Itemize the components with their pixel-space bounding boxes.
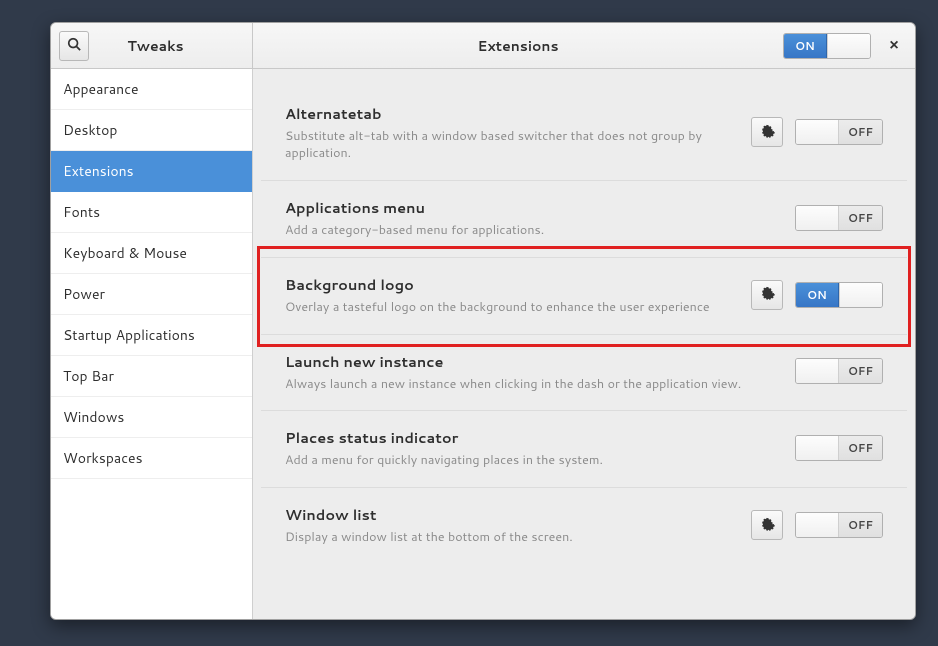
- extension-controls: OFF: [751, 510, 883, 540]
- extension-row: Launch new instance Always launch a new i…: [261, 335, 907, 412]
- extension-toggle[interactable]: OFF: [795, 205, 883, 231]
- toggle-knob: [796, 513, 839, 537]
- extension-description: Overlay a tasteful logo on the backgroun…: [285, 299, 739, 316]
- sidebar-item-workspaces[interactable]: Workspaces: [51, 438, 252, 479]
- gear-icon: [760, 283, 775, 306]
- search-button[interactable]: [59, 31, 89, 61]
- extension-title: Launch new instance: [285, 351, 783, 372]
- toggle-off-label: OFF: [839, 120, 882, 144]
- toggle-off-label: OFF: [839, 206, 882, 230]
- extension-controls: OFF: [795, 205, 883, 231]
- toggle-knob: [827, 34, 870, 58]
- extension-text: Applications menu Add a category-based me…: [285, 197, 795, 239]
- extension-row: Places status indicator Add a menu for qu…: [261, 411, 907, 488]
- gear-icon: [760, 514, 775, 537]
- extension-row: Alternatetab Substitute alt-tab with a wi…: [261, 87, 907, 181]
- extension-title: Places status indicator: [285, 427, 783, 448]
- toggle-off-label: OFF: [839, 359, 882, 383]
- tweaks-window: Tweaks Extensions ON × Appearance Desktop…: [50, 22, 916, 620]
- toggle-knob: [796, 436, 839, 460]
- extension-description: Add a category-based menu for applicatio…: [285, 222, 783, 239]
- extension-controls: OFF: [795, 435, 883, 461]
- extension-title: Alternatetab: [285, 103, 739, 124]
- toggle-knob: [796, 206, 839, 230]
- extension-toggle[interactable]: OFF: [795, 358, 883, 384]
- toggle-knob: [839, 283, 882, 307]
- titlebar-right: ON ×: [783, 33, 915, 59]
- extensions-master-toggle[interactable]: ON: [783, 33, 871, 59]
- sidebar-item-label: Startup Applications: [63, 325, 195, 345]
- close-icon: ×: [889, 37, 898, 55]
- sidebar-item-startup-applications[interactable]: Startup Applications: [51, 315, 252, 356]
- extension-description: Substitute alt-tab with a window based s…: [285, 128, 739, 162]
- sidebar-item-label: Windows: [63, 407, 124, 427]
- extension-settings-button[interactable]: [751, 117, 783, 147]
- extension-text: Window list Display a window list at the …: [285, 504, 751, 546]
- extension-description: Always launch a new instance when clicki…: [285, 376, 783, 393]
- extension-description: Display a window list at the bottom of t…: [285, 529, 739, 546]
- sidebar-item-label: Power: [63, 284, 105, 304]
- extension-text: Alternatetab Substitute alt-tab with a wi…: [285, 103, 751, 162]
- search-icon: [67, 34, 81, 57]
- toggle-on-label: ON: [784, 34, 827, 58]
- extension-controls: OFF: [751, 117, 883, 147]
- toggle-on-label: ON: [796, 283, 839, 307]
- extension-controls: ON: [751, 280, 883, 310]
- extension-settings-button[interactable]: [751, 510, 783, 540]
- extension-row: Background logo Overlay a tasteful logo o…: [261, 258, 907, 335]
- sidebar-item-top-bar[interactable]: Top Bar: [51, 356, 252, 397]
- app-title: Tweaks: [89, 36, 252, 56]
- extension-row: Applications menu Add a category-based me…: [261, 181, 907, 258]
- content-pane: Alternatetab Substitute alt-tab with a wi…: [253, 69, 915, 619]
- extension-row: Window list Display a window list at the …: [261, 488, 907, 564]
- toggle-knob: [796, 120, 839, 144]
- gear-icon: [760, 121, 775, 144]
- sidebar-item-desktop[interactable]: Desktop: [51, 110, 252, 151]
- sidebar-item-keyboard-mouse[interactable]: Keyboard & Mouse: [51, 233, 252, 274]
- extension-title: Window list: [285, 504, 739, 525]
- toggle-off-label: OFF: [839, 436, 882, 460]
- window-body: Appearance Desktop Extensions Fonts Keyboard…: [51, 69, 915, 619]
- page-title: Extensions: [253, 36, 783, 56]
- extension-text: Launch new instance Always launch a new i…: [285, 351, 795, 393]
- titlebar: Tweaks Extensions ON ×: [51, 23, 915, 69]
- extension-title: Applications menu: [285, 197, 783, 218]
- titlebar-left: Tweaks: [51, 23, 253, 68]
- sidebar-item-fonts[interactable]: Fonts: [51, 192, 252, 233]
- sidebar: Appearance Desktop Extensions Fonts Keyboard…: [51, 69, 253, 619]
- extension-controls: OFF: [795, 358, 883, 384]
- extension-description: Add a menu for quickly navigating places…: [285, 452, 783, 469]
- sidebar-item-label: Keyboard & Mouse: [63, 243, 187, 263]
- extension-toggle[interactable]: OFF: [795, 512, 883, 538]
- extension-text: Places status indicator Add a menu for qu…: [285, 427, 795, 469]
- sidebar-item-windows[interactable]: Windows: [51, 397, 252, 438]
- sidebar-item-appearance[interactable]: Appearance: [51, 69, 252, 110]
- sidebar-item-power[interactable]: Power: [51, 274, 252, 315]
- sidebar-item-label: Top Bar: [63, 366, 114, 386]
- extension-text: Background logo Overlay a tasteful logo o…: [285, 274, 751, 316]
- extension-toggle[interactable]: ON: [795, 282, 883, 308]
- extension-settings-button[interactable]: [751, 280, 783, 310]
- toggle-knob: [796, 359, 839, 383]
- sidebar-item-label: Workspaces: [63, 448, 143, 468]
- sidebar-item-label: Appearance: [63, 79, 139, 99]
- sidebar-item-extensions[interactable]: Extensions: [51, 151, 252, 192]
- toggle-off-label: OFF: [839, 513, 882, 537]
- extension-title: Background logo: [285, 274, 739, 295]
- sidebar-item-label: Extensions: [63, 161, 134, 181]
- sidebar-item-label: Desktop: [63, 120, 117, 140]
- close-button[interactable]: ×: [881, 33, 907, 59]
- extension-toggle[interactable]: OFF: [795, 119, 883, 145]
- extension-toggle[interactable]: OFF: [795, 435, 883, 461]
- sidebar-item-label: Fonts: [63, 202, 100, 222]
